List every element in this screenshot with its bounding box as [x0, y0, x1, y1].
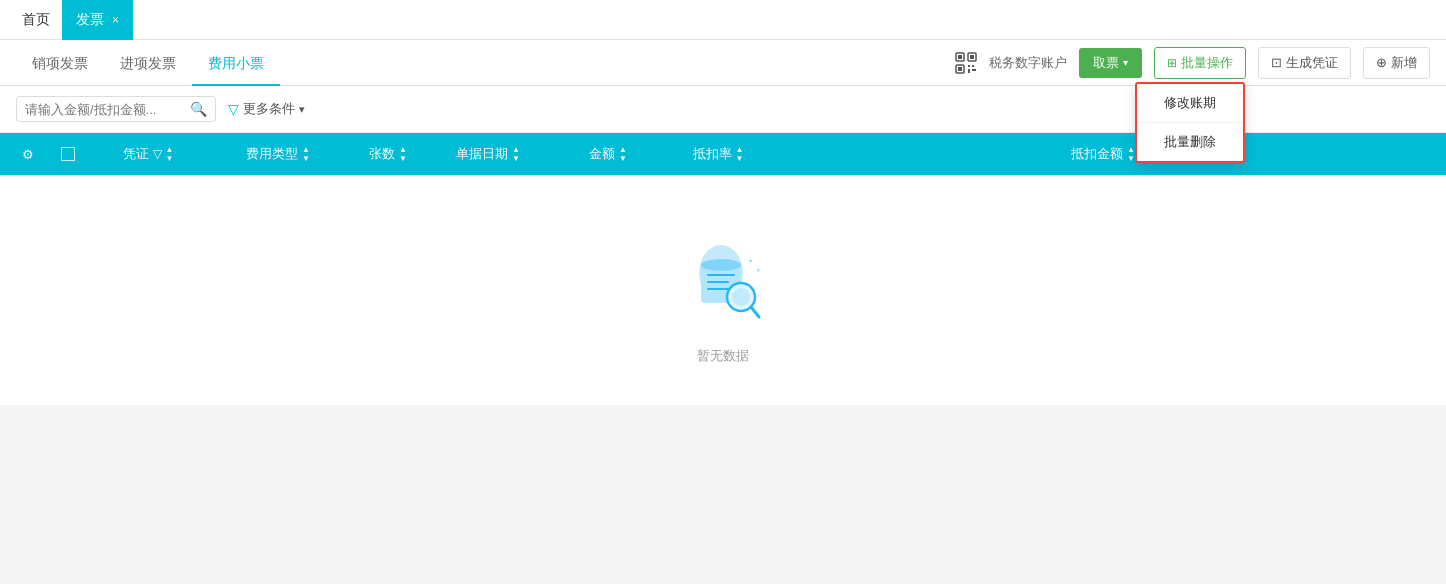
batch-op-label: 批量操作: [1181, 54, 1233, 72]
batch-op-dropdown: 修改账期 批量删除: [1135, 82, 1245, 163]
invoice-tab[interactable]: 发票 ×: [62, 0, 133, 40]
expense-type-sort-icon[interactable]: ▲▼: [302, 146, 310, 163]
add-label: 新增: [1391, 54, 1417, 72]
chevron-down-icon: ▾: [299, 103, 305, 116]
svg-point-17: [732, 288, 750, 306]
col-amount-label: 金额: [589, 145, 615, 163]
close-icon[interactable]: ×: [112, 13, 119, 27]
search-icon[interactable]: 🔍: [190, 101, 207, 117]
svg-rect-3: [970, 55, 974, 59]
search-input-wrap[interactable]: 🔍: [16, 96, 216, 122]
generate-voucher-button[interactable]: ⊡ 生成凭证: [1258, 47, 1351, 79]
svg-rect-8: [968, 69, 970, 73]
amount-sort-icon[interactable]: ▲▼: [619, 146, 627, 163]
svg-rect-5: [958, 67, 962, 71]
take-invoice-label: 取票: [1093, 54, 1119, 72]
search-input[interactable]: [25, 102, 190, 117]
take-invoice-button[interactable]: 取票 ▾: [1079, 48, 1142, 78]
col-voucher-header: 凭证 ▽ ▲▼: [88, 145, 208, 163]
col-date-label: 单据日期: [456, 145, 508, 163]
voucher-filter-icon[interactable]: ▽: [153, 147, 162, 161]
col-deduction-rate-header: 抵扣率 ▲▼: [668, 145, 768, 163]
empty-state: ✦ ✦ 暂无数据: [0, 175, 1446, 405]
empty-text: 暂无数据: [697, 347, 749, 365]
col-deduction-amount-label: 抵扣金额: [1071, 145, 1123, 163]
invoice-tab-label: 发票: [76, 11, 104, 29]
deduction-rate-sort-icon[interactable]: ▲▼: [736, 146, 744, 163]
svg-line-18: [751, 307, 759, 317]
more-conditions-label: 更多条件: [243, 100, 295, 118]
svg-rect-6: [968, 65, 970, 67]
svg-rect-1: [958, 55, 962, 59]
filter-icon: ▽: [228, 101, 239, 117]
qr-icon-button[interactable]: [955, 52, 977, 74]
add-icon: ⊕: [1376, 55, 1387, 70]
batch-delete-item[interactable]: 批量删除: [1137, 122, 1243, 161]
col-amount-header: 金额 ▲▼: [548, 145, 668, 163]
col-settings[interactable]: ⚙: [8, 147, 48, 162]
toolbar-right: 税务数字账户 取票 ▾ ⊞ 批量操作 修改账期 批量删除 ⊡ 生成凭证 ⊕ 新增: [955, 47, 1430, 79]
add-button[interactable]: ⊕ 新增: [1363, 47, 1430, 79]
tax-account-button[interactable]: 税务数字账户: [989, 54, 1067, 72]
svg-rect-7: [972, 65, 974, 67]
empty-illustration: ✦ ✦: [673, 235, 773, 335]
col-deduction-rate-label: 抵扣率: [693, 145, 732, 163]
batch-op-button[interactable]: ⊞ 批量操作 修改账期 批量删除: [1154, 47, 1246, 79]
col-expense-type-label: 费用类型: [246, 145, 298, 163]
main-content: ⚙ 凭证 ▽ ▲▼ 费用类型 ▲▼ 张数 ▲▼ 单据日期 ▲▼: [0, 133, 1446, 405]
svg-rect-9: [972, 69, 976, 71]
svg-text:✦: ✦: [748, 258, 753, 264]
col-voucher-label: 凭证: [123, 145, 149, 163]
more-conditions-button[interactable]: ▽ 更多条件 ▾: [228, 100, 305, 118]
svg-text:✦: ✦: [755, 266, 762, 275]
home-tab[interactable]: 首页: [10, 11, 62, 29]
sub-tab-expense[interactable]: 费用小票: [192, 40, 280, 86]
sub-tabs: 销项发票 进项发票 费用小票 税务数字账户 取票 ▾ ⊞: [0, 40, 1446, 86]
deduction-amount-sort-icon[interactable]: ▲▼: [1127, 146, 1135, 163]
svg-point-12: [701, 259, 741, 271]
settings-icon[interactable]: ⚙: [22, 147, 34, 162]
modify-period-item[interactable]: 修改账期: [1137, 84, 1243, 122]
date-sort-icon[interactable]: ▲▼: [512, 146, 520, 163]
sub-tab-sales[interactable]: 销项发票: [16, 40, 104, 86]
col-check[interactable]: [48, 147, 88, 161]
generate-voucher-label: 生成凭证: [1286, 54, 1338, 72]
sub-tab-incoming[interactable]: 进项发票: [104, 40, 192, 86]
col-count-label: 张数: [369, 145, 395, 163]
select-all-checkbox[interactable]: [61, 147, 75, 161]
count-sort-icon[interactable]: ▲▼: [399, 146, 407, 163]
top-nav: 首页 发票 ×: [0, 0, 1446, 40]
generate-voucher-icon: ⊡: [1271, 55, 1282, 70]
voucher-sort-icon[interactable]: ▲▼: [166, 146, 174, 163]
col-count-header: 张数 ▲▼: [348, 145, 428, 163]
batch-op-icon: ⊞: [1167, 56, 1177, 70]
chevron-down-icon: ▾: [1123, 57, 1128, 68]
col-date-header: 单据日期 ▲▼: [428, 145, 548, 163]
col-expense-type-header: 费用类型 ▲▼: [208, 145, 348, 163]
col-deduction-amount-header: 抵扣金额 ▲▼: [768, 145, 1438, 163]
